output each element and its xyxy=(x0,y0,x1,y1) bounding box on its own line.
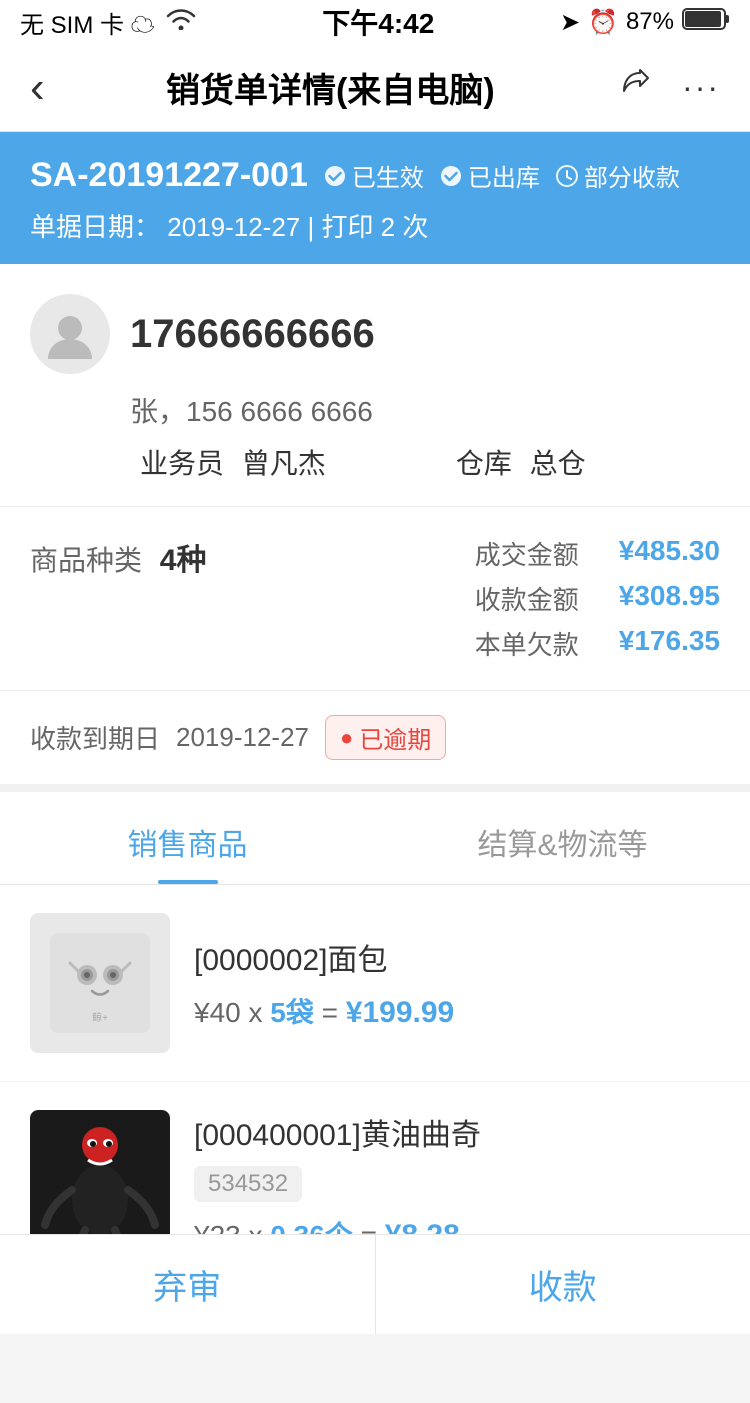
status-bar-left: 无 SIM 卡 ☁ xyxy=(20,5,197,40)
more-button[interactable]: ··· xyxy=(682,69,720,106)
location-icon: ➤ xyxy=(560,8,580,37)
product-total-bread: ¥199.99 xyxy=(346,996,454,1029)
print-info: | 打印 2 次 xyxy=(307,212,428,242)
tab-settlement[interactable]: 结算&物流等 xyxy=(375,792,750,884)
status-active-label: 已生效 xyxy=(352,158,424,193)
status-shipped: 已出库 xyxy=(440,158,540,193)
nav-right-buttons: ··· xyxy=(616,66,720,110)
warehouse-value: 总仓 xyxy=(530,448,586,479)
warehouse-label: 仓库 xyxy=(456,448,512,479)
status-partial-label: 部分收款 xyxy=(584,158,680,193)
order-header-banner: SA-20191227-001 已生效 已出库 部分收款 单据日期： 2019-… xyxy=(0,132,750,264)
amount-row: 成交金额 ¥485.30 xyxy=(475,535,720,572)
customer-meta: 业务员 曾凡杰 仓库 总仓 xyxy=(130,442,720,482)
due-date-value: 2019-12-27 xyxy=(176,722,309,753)
order-id: SA-20191227-001 xyxy=(30,156,308,195)
overdue-icon: ● xyxy=(340,725,353,751)
order-summary: 商品种类 4种 成交金额 ¥485.30 收款金额 ¥308.95 本单欠款 ¥… xyxy=(0,507,750,691)
status-shipped-label: 已出库 xyxy=(468,158,540,193)
tab-settlement-label: 结算&物流等 xyxy=(477,829,647,862)
product-list: 鲸+ [0000002]面包 ¥40 x 5袋 = ¥199.99 xyxy=(0,885,750,1283)
goods-type-value: 4种 xyxy=(160,544,207,577)
product-info-bread: [0000002]面包 ¥40 x 5袋 = ¥199.99 xyxy=(194,913,720,1053)
order-date-info: 单据日期： 2019-12-27 | 打印 2 次 xyxy=(30,207,720,244)
svg-text:鲸+: 鲸+ xyxy=(92,1011,108,1024)
amount-value: ¥485.30 xyxy=(619,535,720,572)
debt-value: ¥176.35 xyxy=(619,625,720,662)
product-item: 鲸+ [0000002]面包 ¥40 x 5袋 = ¥199.99 xyxy=(0,885,750,1082)
customer-row: 17666666666 xyxy=(30,294,720,374)
customer-name: 张，156 6666 6666 xyxy=(130,390,720,430)
date-label: 单据日期： xyxy=(30,212,160,242)
product-info-cookie: [000400001]黄油曲奇 534532 ¥23 x 0.36个 = ¥8.… xyxy=(194,1110,720,1254)
amount-summary: 成交金额 ¥485.30 收款金额 ¥308.95 本单欠款 ¥176.35 xyxy=(475,535,720,662)
product-image-cookie: Branded xyxy=(30,1110,170,1250)
collected-row: 收款金额 ¥308.95 xyxy=(475,580,720,617)
status-bar: 无 SIM 卡 ☁ 下午4:42 ➤ ⏰ 87% xyxy=(0,0,750,44)
battery-level: 87% xyxy=(626,8,674,36)
product-sku-cookie: 534532 xyxy=(194,1166,302,1202)
goods-type-label: 商品种类 xyxy=(30,545,142,576)
product-name-bread: [0000002]面包 xyxy=(194,935,720,979)
banner-row1: SA-20191227-001 已生效 已出库 部分收款 xyxy=(30,156,720,195)
order-date: 2019-12-27 xyxy=(167,212,300,242)
nav-bar: ‹ 销货单详情(来自电脑) ··· xyxy=(0,44,750,132)
bottom-bar: 弃审 收款 xyxy=(0,1234,750,1334)
amount-label: 成交金额 xyxy=(475,535,579,572)
alarm-icon: ⏰ xyxy=(588,8,618,37)
wifi-icon xyxy=(165,8,197,37)
overdue-text: 已逾期 xyxy=(359,720,431,755)
share-button[interactable] xyxy=(616,66,652,110)
tab-products[interactable]: 销售商品 xyxy=(0,792,375,884)
page-title: 销货单详情(来自电脑) xyxy=(166,63,495,112)
collect-payment-button[interactable]: 收款 xyxy=(376,1235,750,1334)
battery-icon xyxy=(682,6,730,39)
collected-value: ¥308.95 xyxy=(619,580,720,617)
tabs-container: 销售商品 结算&物流等 xyxy=(0,792,750,885)
product-unit-price-bread: ¥40 xyxy=(194,997,241,1028)
sales-person: 业务员 曾凡杰 xyxy=(130,442,326,482)
sales-person-value: 曾凡杰 xyxy=(242,448,326,479)
customer-phone: 17666666666 xyxy=(130,312,375,357)
product-price-bread: ¥40 x 5袋 = ¥199.99 xyxy=(194,991,720,1031)
collected-label: 收款金额 xyxy=(475,580,579,617)
product-name-cookie: [000400001]黄油曲奇 xyxy=(194,1110,720,1154)
warehouse: 仓库 总仓 xyxy=(446,442,586,482)
overdue-badge: ● 已逾期 xyxy=(325,715,446,760)
status-partial: 部分收款 xyxy=(556,158,680,193)
cancel-review-button[interactable]: 弃审 xyxy=(0,1235,376,1334)
customer-section: 17666666666 张，156 6666 6666 业务员 曾凡杰 仓库 总… xyxy=(0,264,750,507)
product-qty-bread: 5袋 xyxy=(270,997,314,1028)
status-bar-right: ➤ ⏰ 87% xyxy=(560,6,730,39)
product-image-bread: 鲸+ xyxy=(30,913,170,1053)
avatar xyxy=(30,294,110,374)
tab-products-label: 销售商品 xyxy=(128,829,248,862)
goods-type: 商品种类 4种 xyxy=(30,535,206,579)
status-bar-time: 下午4:42 xyxy=(322,2,434,42)
back-button[interactable]: ‹ xyxy=(30,63,45,113)
debt-label: 本单欠款 xyxy=(475,625,579,662)
due-date-section: 收款到期日 2019-12-27 ● 已逾期 xyxy=(0,691,750,792)
sim-status: 无 SIM 卡 ☁ xyxy=(20,5,155,40)
sales-label: 业务员 xyxy=(140,448,224,479)
due-label: 收款到期日 xyxy=(30,719,160,756)
debt-row: 本单欠款 ¥176.35 xyxy=(475,625,720,662)
status-active: 已生效 xyxy=(324,158,424,193)
